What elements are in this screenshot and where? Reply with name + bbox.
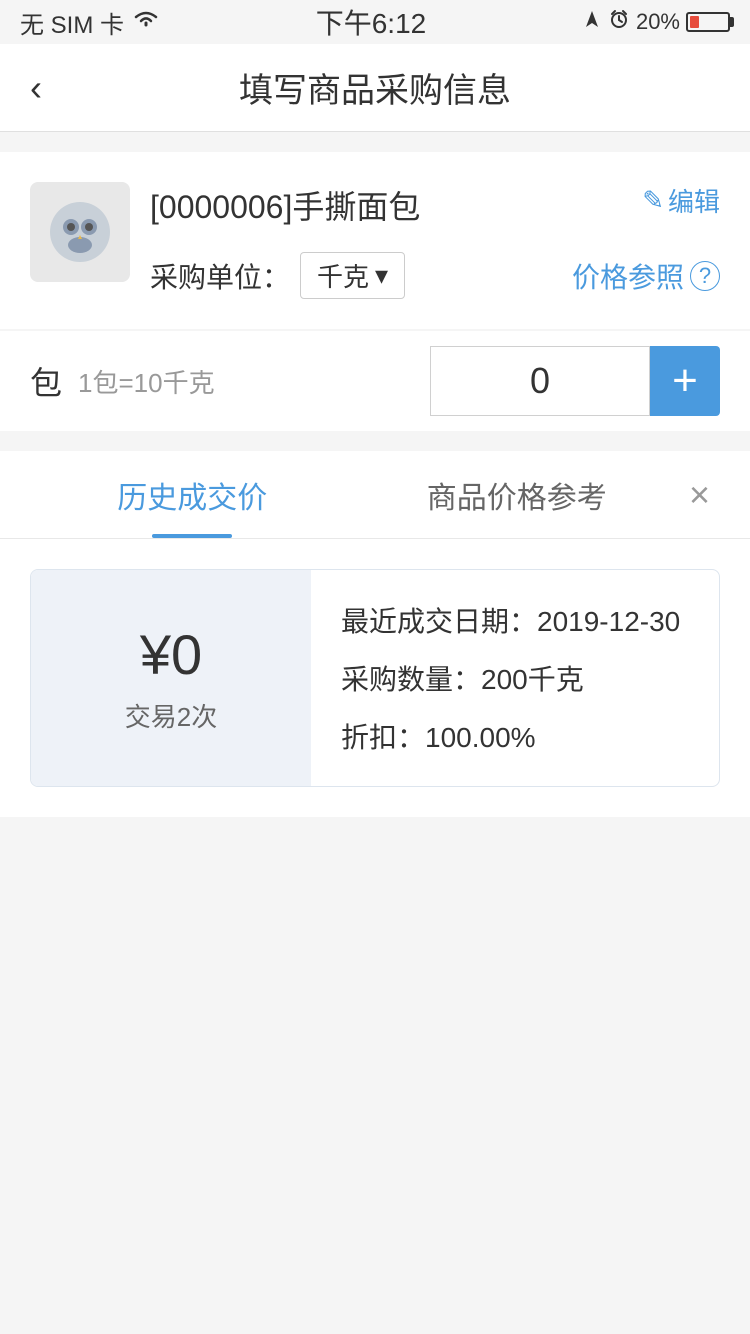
unit-conversion-hint: 1包=10千克 <box>78 363 215 400</box>
product-card: [0000006]手撕面包 ✎ 编辑 采购单位： 千克 ▾ 价格参照 ? <box>0 152 750 329</box>
page-title: 填写商品采购信息 <box>239 63 511 112</box>
edit-icon: ✎ <box>642 185 664 216</box>
product-header: [0000006]手撕面包 ✎ 编辑 <box>150 182 720 228</box>
price-card: ¥0 交易2次 最近成交日期：2019-12-30 采购数量：200千克 折扣：… <box>30 569 720 787</box>
price-ref-button[interactable]: 价格参照 ? <box>572 256 720 296</box>
tab-active-indicator <box>152 534 232 538</box>
tab-close-button[interactable]: × <box>679 464 720 526</box>
quantity-row: 采购数量：200千克 <box>341 658 689 698</box>
bottom-area <box>0 817 750 1317</box>
purchase-label: 采购单位： <box>150 256 290 296</box>
quantity-value: 200千克 <box>481 664 584 695</box>
battery-icon <box>686 12 730 32</box>
unit-select[interactable]: 千克 ▾ <box>300 252 405 299</box>
dropdown-arrow-icon: ▾ <box>375 260 388 291</box>
price-card-right: 最近成交日期：2019-12-30 采购数量：200千克 折扣：100.00% <box>311 570 719 786</box>
purchase-row: 采购单位： 千克 ▾ 价格参照 ? <box>150 252 720 299</box>
quantity-input[interactable] <box>430 346 650 416</box>
status-bar: 无 SIM 卡 下午6:12 20% <box>0 0 750 44</box>
discount-value: 100.00% <box>425 722 536 753</box>
product-info: [0000006]手撕面包 ✎ 编辑 采购单位： 千克 ▾ 价格参照 ? <box>150 182 720 299</box>
price-card-left: ¥0 交易2次 <box>31 570 311 786</box>
status-right: 20% <box>582 8 730 36</box>
currency-symbol: ¥ <box>140 623 171 686</box>
tabs-container: 历史成交价 商品价格参考 × <box>0 451 750 539</box>
tab-history-price[interactable]: 历史成交价 <box>30 451 354 538</box>
price-value: 0 <box>171 623 202 686</box>
price-transactions: 交易2次 <box>125 697 217 734</box>
quantity-plus-button[interactable]: + <box>650 346 720 416</box>
status-left: 无 SIM 卡 <box>20 5 160 40</box>
product-image <box>30 182 130 282</box>
battery-fill <box>690 16 699 28</box>
tab-product-price-ref[interactable]: 商品价格参考 <box>354 451 678 538</box>
status-time: 下午6:12 <box>316 2 427 42</box>
wifi-icon <box>132 8 160 36</box>
network-label: 无 SIM 卡 <box>20 5 124 40</box>
battery-percent: 20% <box>636 9 680 35</box>
recent-date-row: 最近成交日期：2019-12-30 <box>341 600 689 640</box>
edit-button[interactable]: ✎ 编辑 <box>642 182 720 219</box>
quantity-right: + <box>430 346 720 416</box>
product-name: [0000006]手撕面包 <box>150 182 420 228</box>
tab-history-price-label: 历史成交价 <box>117 473 267 517</box>
alarm-icon <box>608 8 630 36</box>
tab-product-price-ref-label: 商品价格参考 <box>427 473 607 517</box>
help-icon: ? <box>690 261 720 291</box>
discount-row: 折扣：100.00% <box>341 716 689 756</box>
price-content: ¥0 交易2次 最近成交日期：2019-12-30 采购数量：200千克 折扣：… <box>0 539 750 817</box>
nav-bar: ‹ 填写商品采购信息 <box>0 44 750 132</box>
edit-label: 编辑 <box>668 182 720 219</box>
bag-unit-label: 包 <box>30 358 62 404</box>
back-button[interactable]: ‹ <box>30 67 42 109</box>
quantity-section: 包 1包=10千克 + <box>0 331 750 431</box>
price-amount: ¥0 <box>140 622 202 687</box>
discount-label: 折扣： <box>341 722 425 753</box>
unit-value: 千克 <box>317 257 369 294</box>
gps-icon <box>582 9 602 35</box>
price-ref-label: 价格参照 <box>572 256 684 296</box>
quantity-left: 包 1包=10千克 <box>30 358 215 404</box>
recent-date-label: 最近成交日期： <box>341 606 537 637</box>
recent-date-value: 2019-12-30 <box>537 606 680 637</box>
quantity-label: 采购数量： <box>341 664 481 695</box>
